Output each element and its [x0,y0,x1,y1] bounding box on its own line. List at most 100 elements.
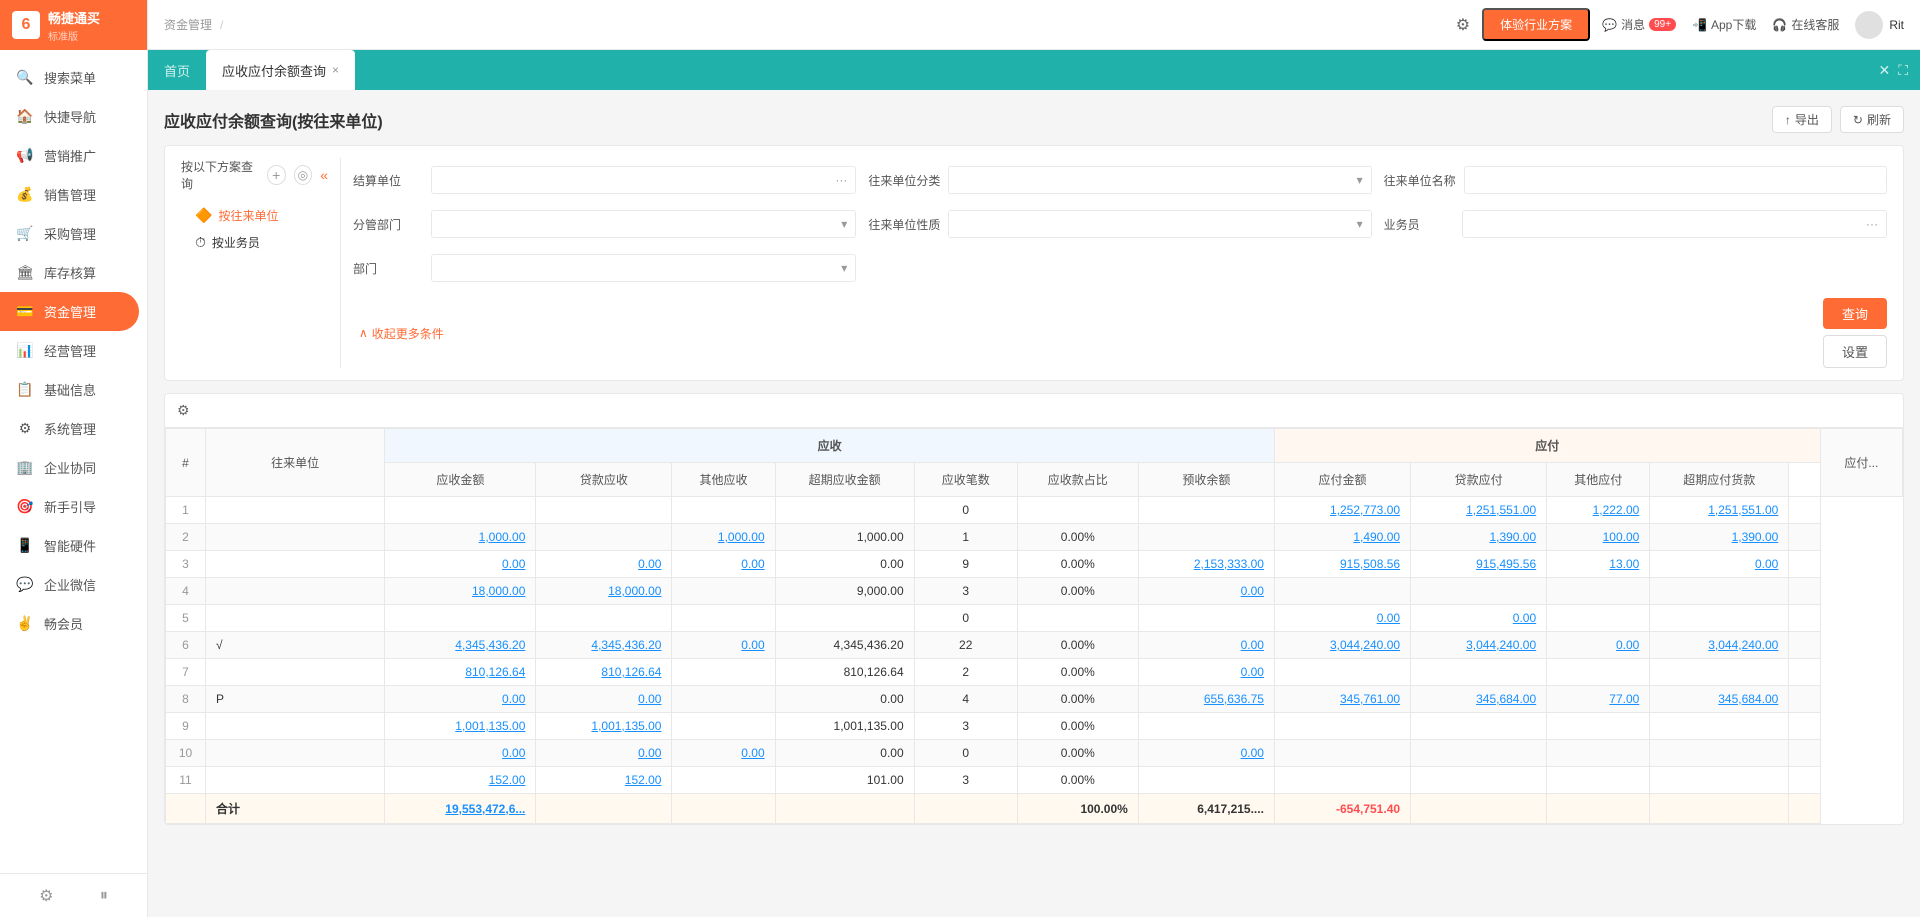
cell-receivable_amount[interactable]: 152.00 [385,767,536,794]
cell-other_receivable[interactable] [672,686,775,713]
cell-receivable_amount[interactable]: 0.00 [385,686,536,713]
cell-overdue_payable[interactable]: 1,251,551.00 [1650,497,1789,524]
cell-receivable_amount[interactable]: 0.00 [385,740,536,767]
cell-loan_payable[interactable]: 0.00 [1411,605,1547,632]
cell-loan_payable[interactable]: 345,684.00 [1411,686,1547,713]
cell-payable_amount[interactable] [1274,740,1410,767]
refresh-button[interactable]: ↻ 刷新 [1840,106,1904,133]
promo-button[interactable]: 体验行业方案 [1482,8,1590,41]
filter-category-input[interactable]: ▾ [948,166,1371,194]
cell-other_receivable[interactable] [672,605,775,632]
filter-nature-input[interactable]: ▾ [948,210,1371,238]
cell-overdue_payable[interactable] [1650,767,1789,794]
sidebar-item-search-menu[interactable]: 🔍 搜索菜单 [0,58,147,97]
cell-loan_payable[interactable] [1411,740,1547,767]
sidebar-item-purchase[interactable]: 🛒 采购管理 [0,214,147,253]
query-collapse-button[interactable]: « [320,167,328,183]
cell-loan_payable[interactable]: 1,390.00 [1411,524,1547,551]
cell-other_payable[interactable] [1547,713,1650,740]
cell-payable_amount[interactable]: 915,508.56 [1274,551,1410,578]
cell-other_payable[interactable]: 13.00 [1547,551,1650,578]
cell-other_payable[interactable] [1547,767,1650,794]
cell-overdue_payable[interactable] [1650,740,1789,767]
cell-loan_receivable[interactable]: 152.00 [536,767,672,794]
cell-loan_payable[interactable]: 3,044,240.00 [1411,632,1547,659]
cell-other_payable[interactable]: 100.00 [1547,524,1650,551]
online-service-button[interactable]: 🎧 在线客服 [1772,16,1839,33]
cell-overdue_payable[interactable] [1650,578,1789,605]
cell-other_receivable[interactable] [672,659,775,686]
cell-other_payable[interactable] [1547,740,1650,767]
sidebar-item-guide[interactable]: 🎯 新手引导 [0,487,147,526]
cell-loan_receivable[interactable]: 4,345,436.20 [536,632,672,659]
cell-loan_receivable[interactable]: 0.00 [536,740,672,767]
sidebar-item-smart-device[interactable]: 📱 智能硬件 [0,526,147,565]
cell-other_payable[interactable]: 1,222.00 [1547,497,1650,524]
cell-payable_amount[interactable]: 3,044,240.00 [1274,632,1410,659]
cell-payable_amount[interactable] [1274,713,1410,740]
cell-loan_payable[interactable]: 1,251,551.00 [1411,497,1547,524]
cell-other_receivable[interactable]: 1,000.00 [672,524,775,551]
cell-other_receivable[interactable] [672,578,775,605]
cell-loan_receivable[interactable]: 0.00 [536,686,672,713]
sidebar-settings-button[interactable]: ⚙ [39,886,53,906]
cell-loan_receivable[interactable] [536,524,672,551]
cell-other_payable[interactable] [1547,578,1650,605]
filter-name-input[interactable] [1464,166,1887,194]
table-settings-icon[interactable]: ⚙ [177,402,190,419]
cell-overdue_payable[interactable] [1650,659,1789,686]
cell-overdue_payable[interactable]: 0.00 [1650,551,1789,578]
export-button[interactable]: ↑ 导出 [1772,106,1832,133]
sidebar-item-basic-info[interactable]: 📋 基础信息 [0,370,147,409]
cell-other_payable[interactable] [1547,605,1650,632]
cell-advance_balance[interactable]: 0.00 [1138,740,1274,767]
sidebar-item-marketing[interactable]: 📢 营销推广 [0,136,147,175]
cell-loan_receivable[interactable]: 810,126.64 [536,659,672,686]
sidebar-item-inventory[interactable]: 🏛 库存核算 [0,253,147,292]
user-menu[interactable]: Rit [1855,11,1904,39]
cell-payable_amount[interactable]: 345,761.00 [1274,686,1410,713]
query-template-button[interactable]: ◎ [294,165,313,185]
cell-other_payable[interactable]: 77.00 [1547,686,1650,713]
cell-overdue_payable[interactable]: 1,390.00 [1650,524,1789,551]
cell-payable_amount[interactable] [1274,578,1410,605]
cell-other_payable[interactable]: 0.00 [1547,632,1650,659]
cell-advance_balance[interactable] [1138,605,1274,632]
cell-other_payable[interactable] [1547,659,1650,686]
filter-dept2-input[interactable]: ▾ [431,254,856,282]
cell-receivable_amount[interactable]: 810,126.64 [385,659,536,686]
cell-advance_balance[interactable]: 655,636.75 [1138,686,1274,713]
cell-advance_balance[interactable] [1138,713,1274,740]
cell-overdue_payable[interactable] [1650,605,1789,632]
sidebar-item-capital[interactable]: 💳 资金管理 [0,292,139,331]
cell-loan_payable[interactable]: 915,495.56 [1411,551,1547,578]
cell-other_receivable[interactable]: 0.00 [672,740,775,767]
cell-advance_balance[interactable] [1138,767,1274,794]
tab-close-all-button[interactable]: ✕ [1878,62,1890,79]
tab-ar-ap[interactable]: 应收应付余额查询 × [206,50,355,90]
cell-receivable_amount[interactable] [385,497,536,524]
sidebar-item-member[interactable]: ✌ 畅会员 [0,604,147,643]
cell-loan_payable[interactable] [1411,713,1547,740]
messages-button[interactable]: 💬 消息 99+ [1602,16,1676,33]
cell-overdue_payable[interactable]: 345,684.00 [1650,686,1789,713]
cell-loan_receivable[interactable] [536,605,672,632]
cell-loan_payable[interactable] [1411,659,1547,686]
tab-home[interactable]: 首页 [148,50,206,90]
expand-more-button[interactable]: ∧ 收起更多条件 [353,319,450,348]
cell-receivable_amount[interactable]: 1,000.00 [385,524,536,551]
sidebar-collapse-button[interactable]: ⏸ [100,887,108,905]
cell-loan_receivable[interactable]: 0.00 [536,551,672,578]
filter-staff-input[interactable]: ··· [1462,210,1887,238]
cell-payable_amount[interactable] [1274,659,1410,686]
cell-other_receivable[interactable]: 0.00 [672,632,775,659]
cell-advance_balance[interactable]: 0.00 [1138,578,1274,605]
sidebar-item-system[interactable]: ⚙ 系统管理 [0,409,147,448]
sidebar-item-wechat[interactable]: 💬 企业微信 [0,565,147,604]
cell-loan_receivable[interactable] [536,497,672,524]
cell-receivable_amount[interactable] [385,605,536,632]
cell-advance_balance[interactable] [1138,524,1274,551]
cell-other_receivable[interactable] [672,497,775,524]
sidebar-item-sales[interactable]: 💰 销售管理 [0,175,147,214]
cell-loan_receivable[interactable]: 1,001,135.00 [536,713,672,740]
